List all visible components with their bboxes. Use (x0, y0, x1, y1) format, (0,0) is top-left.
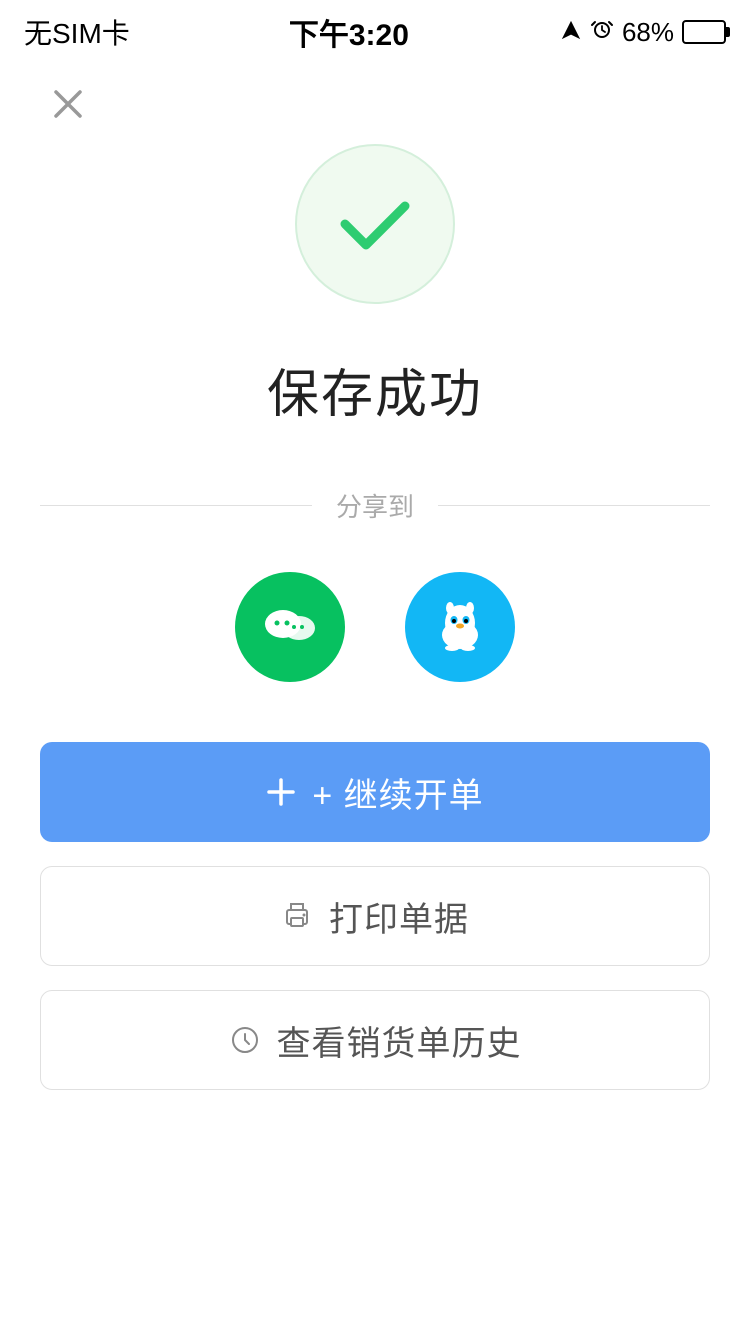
continue-order-label: + 继续开单 (312, 768, 483, 817)
wechat-share-button[interactable] (235, 572, 345, 682)
history-button[interactable]: 查看销货单历史 (40, 990, 710, 1090)
history-label: 查看销货单历史 (277, 1016, 522, 1065)
status-time: 下午3:20 (289, 10, 409, 54)
action-buttons: + 继续开单 打印单据 查看销货单历史 (0, 742, 750, 1090)
battery-icon (682, 20, 726, 44)
qq-share-button[interactable] (405, 572, 515, 682)
location-icon (560, 17, 582, 48)
share-section: 分享到 (0, 487, 750, 682)
history-icon (229, 1024, 261, 1056)
main-content: 保存成功 分享到 (0, 64, 750, 1090)
success-title: 保存成功 (267, 352, 483, 427)
alarm-icon (590, 17, 614, 48)
status-bar: 无SIM卡 下午3:20 68% (0, 0, 750, 64)
plus-icon (266, 777, 296, 807)
success-icon-circle (295, 144, 455, 304)
print-button[interactable]: 打印单据 (40, 866, 710, 966)
print-label: 打印单据 (329, 892, 469, 941)
share-label: 分享到 (312, 487, 438, 524)
carrier-text: 无SIM卡 (24, 12, 130, 52)
continue-order-button[interactable]: + 继续开单 (40, 742, 710, 842)
share-divider-row: 分享到 (0, 487, 750, 524)
print-icon (281, 900, 313, 932)
share-line-right (438, 505, 710, 506)
close-button[interactable] (40, 76, 96, 132)
status-carrier: 无SIM卡 (24, 12, 138, 52)
share-icons (235, 572, 515, 682)
battery-percent: 68% (622, 17, 674, 48)
status-right-group: 68% (560, 17, 726, 48)
share-line-left (40, 505, 312, 506)
